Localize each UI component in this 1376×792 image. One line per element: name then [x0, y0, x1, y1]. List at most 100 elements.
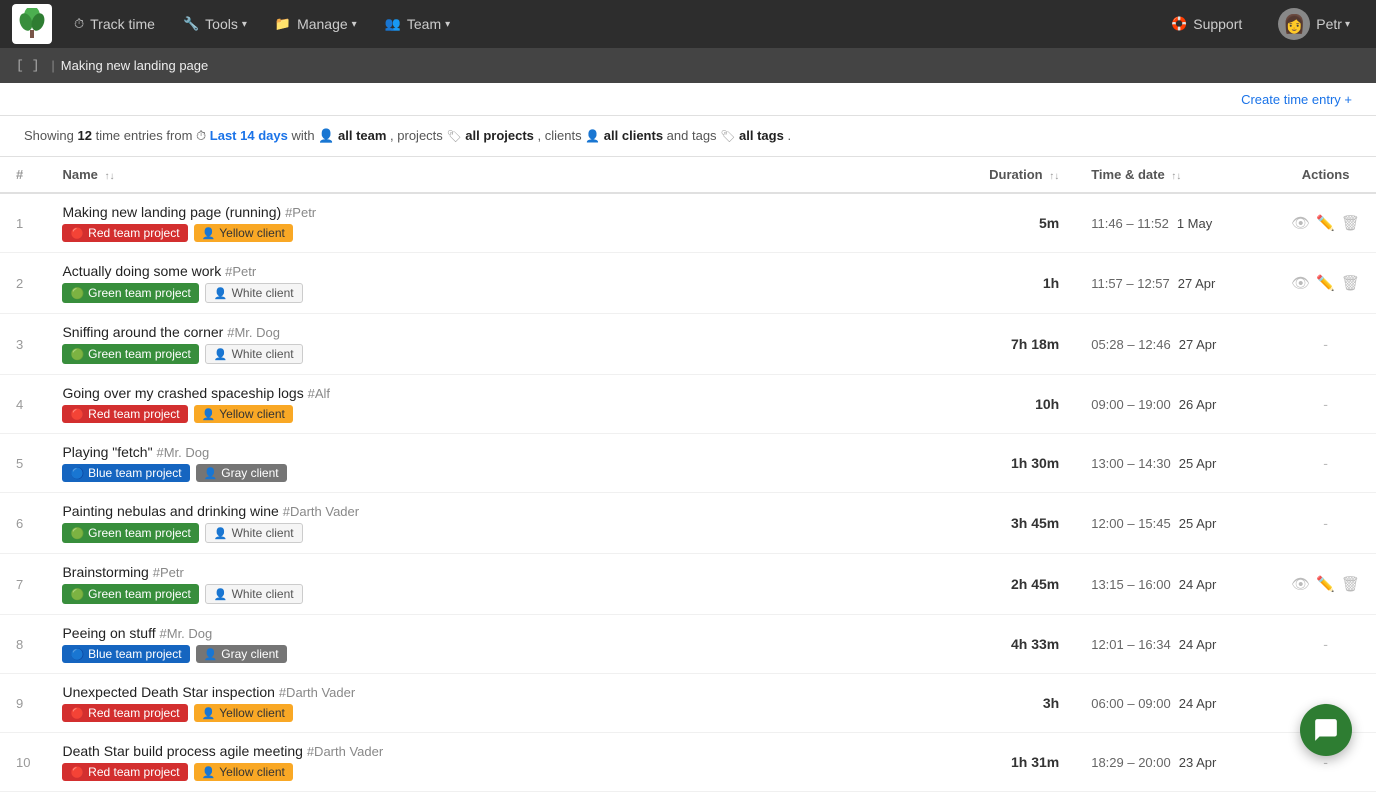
- row-name: Peeing on stuff #Mr. Dog 🔵Blue team proje…: [46, 615, 955, 674]
- edit-icon[interactable]: ✏️: [1316, 575, 1335, 593]
- row-number: 1: [0, 193, 46, 253]
- app-logo[interactable]: [12, 4, 52, 44]
- time-range: 13:00 – 14:30: [1091, 456, 1171, 471]
- view-icon[interactable]: 👁: [1291, 274, 1310, 292]
- tags-row: 🔴Red team project👤Yellow client: [62, 704, 939, 722]
- summary-projects-prefix: , projects: [390, 128, 446, 143]
- project-label: Red team project: [88, 407, 179, 421]
- entry-name-text: Making new landing page (running): [62, 204, 281, 220]
- tags-row: 🟢Green team project👤White client: [62, 523, 939, 543]
- client-label: Yellow client: [219, 226, 285, 240]
- row-actions: -: [1275, 375, 1376, 434]
- entry-user: #Mr. Dog: [160, 626, 213, 641]
- project-label: Blue team project: [88, 647, 181, 661]
- team-chevron-icon: ▾: [445, 19, 450, 30]
- row-timedate: 09:00 – 19:0026 Apr: [1075, 375, 1275, 434]
- nav-team[interactable]: 👥 Team ▾: [371, 0, 464, 48]
- entry-name-text: Death Star build process agile meeting: [62, 743, 302, 759]
- project-tag: 🔵Blue team project: [62, 645, 189, 663]
- breadcrumb-text: Making new landing page: [61, 58, 208, 73]
- client-tag: 👤Gray client: [196, 645, 287, 663]
- view-icon[interactable]: 👁: [1291, 575, 1310, 593]
- row-duration: 1h 30m: [955, 434, 1075, 493]
- row-duration: 3h: [955, 674, 1075, 733]
- row-name: Death Star build process agile meeting #…: [46, 733, 955, 792]
- nav-support[interactable]: 🛟 Support: [1157, 0, 1256, 48]
- table-row: 5 Playing "fetch" #Mr. Dog 🔵Blue team proj…: [0, 434, 1376, 493]
- row-actions: -: [1275, 493, 1376, 554]
- col-header-duration[interactable]: Duration ↑↓: [955, 157, 1075, 193]
- action-dash: -: [1323, 636, 1328, 652]
- client-label: Gray client: [221, 466, 278, 480]
- nav-track-time[interactable]: ⏱ Track time: [60, 0, 169, 48]
- row-number: 5: [0, 434, 46, 493]
- client-tag: 👤 White client: [205, 584, 303, 604]
- summary-clients: all clients: [604, 128, 663, 143]
- project-tag: 🟢Green team project: [62, 584, 198, 604]
- action-dash: -: [1323, 515, 1328, 531]
- entry-title: Playing "fetch" #Mr. Dog: [62, 444, 939, 460]
- client-label: Yellow client: [219, 706, 285, 720]
- action-icons: 👁 ✏️ 🗑: [1291, 575, 1360, 593]
- row-timedate: 18:29 – 20:0023 Apr: [1075, 733, 1275, 792]
- tags-row: 🔵Blue team project👤Gray client: [62, 464, 939, 482]
- tags-row: 🔴Red team project👤Yellow client: [62, 405, 939, 423]
- view-icon[interactable]: 👁: [1291, 214, 1310, 232]
- tags-row: 🔴Red team project👤Yellow client: [62, 763, 939, 781]
- time-entries-table: # Name ↑↓ Duration ↑↓ Time & date ↑↓ Act…: [0, 157, 1376, 792]
- client-label: White client: [232, 587, 294, 601]
- project-tag: 🔴Red team project: [62, 224, 187, 242]
- edit-icon[interactable]: ✏️: [1316, 274, 1335, 292]
- delete-icon[interactable]: 🗑: [1341, 575, 1360, 593]
- client-tag: 👤Yellow client: [194, 224, 293, 242]
- row-duration: 1h: [955, 253, 1075, 314]
- user-chevron-icon: ▾: [1345, 19, 1350, 30]
- client-icon: 👤: [214, 527, 228, 540]
- row-timedate: 11:46 – 11:521 May: [1075, 193, 1275, 253]
- summary-period: Last 14 days: [210, 128, 288, 143]
- tags-row: 🔴Red team project 👤Yellow client: [62, 224, 939, 242]
- client-icon: 👤: [204, 467, 218, 480]
- action-icons: 👁 ✏️ 🗑: [1291, 214, 1360, 232]
- support-icon: 🛟: [1171, 16, 1187, 32]
- client-icon: 👤: [202, 766, 216, 779]
- edit-icon[interactable]: ✏️: [1316, 214, 1335, 232]
- date-val: 23 Apr: [1179, 755, 1217, 770]
- project-label: Red team project: [88, 706, 179, 720]
- row-timedate: 13:15 – 16:0024 Apr: [1075, 554, 1275, 615]
- entry-title: Going over my crashed spaceship logs #Al…: [62, 385, 939, 401]
- client-icon: 👤: [214, 588, 228, 601]
- avatar: 👩: [1278, 8, 1310, 40]
- row-duration: 3h 45m: [955, 493, 1075, 554]
- nav-manage[interactable]: 📁 Manage ▾: [261, 0, 371, 48]
- col-header-timedate[interactable]: Time & date ↑↓: [1075, 157, 1275, 193]
- date-val: 27 Apr: [1179, 337, 1217, 352]
- table-row: 10Death Star build process agile meeting…: [0, 733, 1376, 792]
- time-range: 12:00 – 15:45: [1091, 516, 1171, 531]
- chat-bubble[interactable]: [1300, 704, 1352, 756]
- row-timedate: 13:00 – 14:3025 Apr: [1075, 434, 1275, 493]
- row-duration: 7h 18m: [955, 314, 1075, 375]
- row-number: 2: [0, 253, 46, 314]
- col-header-name[interactable]: Name ↑↓: [46, 157, 955, 193]
- delete-icon[interactable]: 🗑: [1341, 214, 1360, 232]
- client-tag: 👤White client: [205, 283, 303, 303]
- delete-icon[interactable]: 🗑: [1341, 274, 1360, 292]
- entry-title: Sniffing around the corner #Mr. Dog: [62, 324, 939, 340]
- entry-title: Painting nebulas and drinking wine #Dart…: [62, 503, 939, 519]
- tools-chevron-icon: ▾: [242, 19, 247, 30]
- entry-name-text: Sniffing around the corner: [62, 324, 223, 340]
- create-time-entry-link[interactable]: Create time entry +: [1241, 92, 1352, 107]
- table-row: 3Sniffing around the corner #Mr. Dog🟢Gre…: [0, 314, 1376, 375]
- client-label: Gray client: [221, 647, 278, 661]
- nav-tools[interactable]: 🔧 Tools ▾: [169, 0, 261, 48]
- row-number: 10: [0, 733, 46, 792]
- client-label: White client: [232, 286, 294, 300]
- nav-user[interactable]: 👩 Petr ▾: [1256, 0, 1364, 48]
- entry-name-text: Playing "fetch": [62, 444, 152, 460]
- entry-user: #Petr: [153, 565, 184, 580]
- date-val: 1 May: [1177, 216, 1212, 231]
- create-entry-bar: Create time entry +: [0, 83, 1376, 116]
- entry-title: Peeing on stuff #Mr. Dog: [62, 625, 939, 641]
- row-number: 9: [0, 674, 46, 733]
